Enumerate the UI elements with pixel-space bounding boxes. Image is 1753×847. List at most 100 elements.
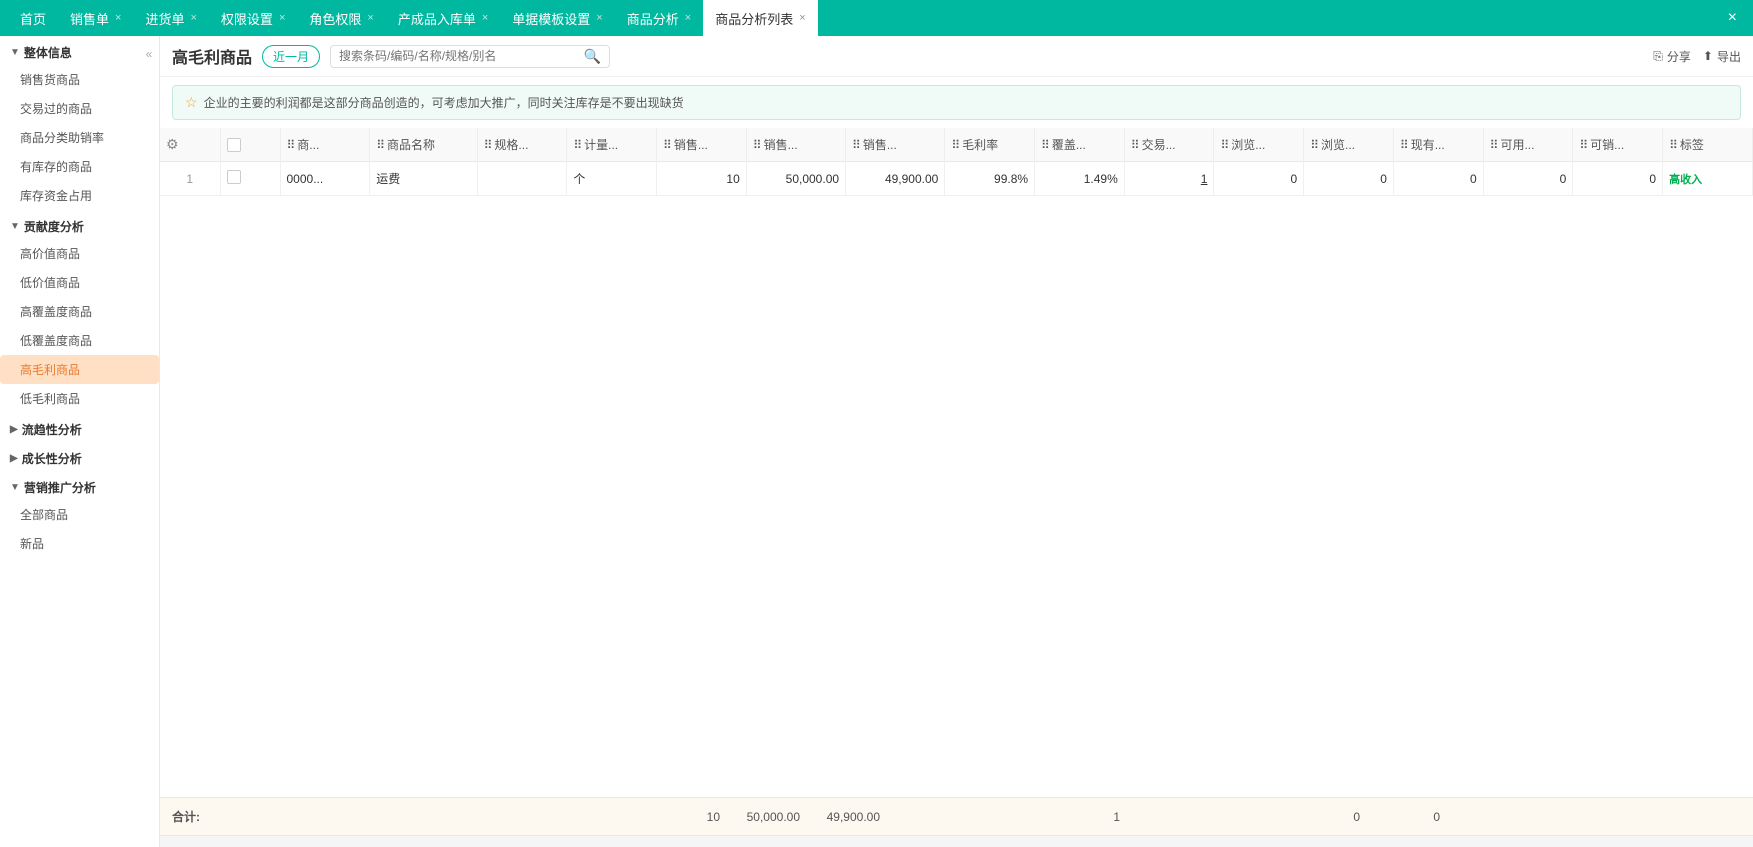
sidebar-item-new-goods[interactable]: 新品 <box>0 529 159 558</box>
nav-purchase[interactable]: 进货单 × <box>133 0 208 36</box>
sidebar-group-contribution[interactable]: ▼ 贡献度分析 <box>0 210 159 239</box>
cell-tag: 高收入 <box>1663 162 1753 196</box>
footer-current-stock: 0 <box>1286 810 1366 824</box>
cell-spec <box>477 162 567 196</box>
sidebar-item-high-value[interactable]: 高价值商品 <box>0 239 159 268</box>
col-header-index: ⚙ <box>160 128 220 162</box>
col-header-cs-sep: ⠿ <box>1400 138 1409 152</box>
cell-coverage: 1.49% <box>1035 162 1125 196</box>
footer-browse-a <box>1126 810 1206 824</box>
table-container[interactable]: ⚙ ⠿ 商... <box>160 128 1753 797</box>
close-permission-tab[interactable]: × <box>279 12 285 24</box>
cell-index: 1 <box>160 162 220 196</box>
col-header-tag: ⠿ 标签 <box>1663 128 1753 162</box>
row-checkbox[interactable] <box>227 170 241 184</box>
close-purchase-tab[interactable]: × <box>190 12 196 24</box>
gear-icon[interactable]: ⚙ <box>166 136 179 153</box>
cell-available-stock: 0 <box>1483 162 1573 196</box>
sidebar-group-marketing[interactable]: ▼ 营销推广分析 <box>0 471 159 500</box>
close-sales-tab[interactable]: × <box>115 12 121 24</box>
top-navigation: 首页 销售单 × 进货单 × 权限设置 × 角色权限 × 产成品入库单 × 单据… <box>0 0 1753 36</box>
col-header-sq-sep: ⠿ <box>663 138 672 152</box>
col-header-sales-cost: ⠿ 销售... <box>846 128 945 162</box>
close-inbound-tab[interactable]: × <box>482 12 488 24</box>
sidebar-group-overall[interactable]: ▼ 整体信息 <box>0 36 159 65</box>
cell-gross-margin: 99.8% <box>945 162 1035 196</box>
footer-label: 合计: <box>172 808 200 825</box>
content-area: 高毛利商品 近一月 🔍 ⎘ 分享 ⬆ 导出 ☆ 企业的主 <box>160 36 1753 847</box>
col-header-name: ⠿ 商品名称 <box>370 128 477 162</box>
footer-sales-qty: 10 <box>646 810 726 824</box>
cell-transaction[interactable]: 1 <box>1124 162 1214 196</box>
col-header-ba-sep: ⠿ <box>1220 138 1229 152</box>
cell-browse-a: 0 <box>1214 162 1304 196</box>
content-header: 高毛利商品 近一月 🔍 ⎘ 分享 ⬆ 导出 <box>160 36 1753 77</box>
col-header-browse-a: ⠿ 浏览... <box>1214 128 1304 162</box>
export-button[interactable]: ⬆ 导出 <box>1703 48 1741 65</box>
footer-available-stock: 0 <box>1366 810 1446 824</box>
col-header-sc-sep: ⠿ <box>852 138 861 152</box>
cell-browse-b: 0 <box>1304 162 1394 196</box>
sidebar-item-low-coverage[interactable]: 低覆盖度商品 <box>0 326 159 355</box>
col-header-gm-sep: ⠿ <box>951 138 960 152</box>
arrow-overall: ▼ <box>10 47 20 58</box>
nav-sales[interactable]: 销售单 × <box>58 0 133 36</box>
cell-code: 0000... <box>280 162 370 196</box>
nav-template-settings[interactable]: 单据模板设置 × <box>500 0 614 36</box>
search-input[interactable] <box>339 49 584 63</box>
table-row: 10000...运费个1050,000.0049,900.0099.8%1.49… <box>160 162 1753 196</box>
sidebar-item-low-value[interactable]: 低价值商品 <box>0 268 159 297</box>
sidebar-group-trend[interactable]: ▶ 流趋性分析 <box>0 413 159 442</box>
header-actions: ⎘ 分享 ⬆ 导出 <box>1653 48 1741 65</box>
close-window-button[interactable]: × <box>1720 9 1745 27</box>
col-header-salable-stock: ⠿ 可销... <box>1573 128 1663 162</box>
sidebar-item-stock-capital[interactable]: 库存资金占用 <box>0 181 159 210</box>
sidebar-item-sales-goods[interactable]: 销售货商品 <box>0 65 159 94</box>
col-header-bb-sep: ⠿ <box>1310 138 1319 152</box>
close-template-tab[interactable]: × <box>596 12 602 24</box>
col-header-checkbox[interactable] <box>220 128 280 162</box>
nav-role-permissions[interactable]: 角色权限 × <box>297 0 385 36</box>
col-header-transaction: ⠿ 交易... <box>1124 128 1214 162</box>
col-header-tr-sep: ⠿ <box>1131 138 1140 152</box>
sidebar-item-all-goods[interactable]: 全部商品 <box>0 500 159 529</box>
close-analysis-tab[interactable]: × <box>685 12 691 24</box>
share-button[interactable]: ⎘ 分享 <box>1653 48 1691 65</box>
nav-product-inbound[interactable]: 产成品入库单 × <box>386 0 500 36</box>
sidebar-collapse-button[interactable]: « <box>139 44 159 64</box>
col-header-gross-margin: ⠿ 毛利率 <box>945 128 1035 162</box>
sidebar-item-high-margin[interactable]: 高毛利商品 <box>0 355 159 384</box>
cell-unit: 个 <box>567 162 657 196</box>
nav-product-analysis-list[interactable]: 商品分析列表 × <box>703 0 817 36</box>
nav-product-analysis[interactable]: 商品分析 × <box>615 0 703 36</box>
sidebar-item-in-stock[interactable]: 有库存的商品 <box>0 152 159 181</box>
col-header-tag-sep: ⠿ <box>1669 138 1678 152</box>
filter-period-button[interactable]: 近一月 <box>262 45 320 68</box>
search-icon[interactable]: 🔍 <box>584 48 601 65</box>
horizontal-scrollbar[interactable] <box>160 835 1753 847</box>
arrow-contribution: ▼ <box>10 221 20 232</box>
col-header-coverage: ⠿ 覆盖... <box>1035 128 1125 162</box>
close-role-tab[interactable]: × <box>367 12 373 24</box>
cell-salable-stock: 0 <box>1573 162 1663 196</box>
cell-name: 运费 <box>370 162 477 196</box>
nav-home[interactable]: 首页 <box>8 0 58 36</box>
sidebar-item-low-margin[interactable]: 低毛利商品 <box>0 384 159 413</box>
col-header-spec-sep: ⠿ <box>484 138 493 152</box>
nav-right-actions: × <box>1720 9 1745 27</box>
select-all-checkbox[interactable] <box>227 138 241 152</box>
close-analysis-list-tab[interactable]: × <box>799 12 805 24</box>
sidebar-group-growth[interactable]: ▶ 成长性分析 <box>0 442 159 471</box>
cell-checkbox[interactable] <box>220 162 280 196</box>
sidebar-item-traded-goods[interactable]: 交易过的商品 <box>0 94 159 123</box>
footer-sales-cost: 49,900.00 <box>806 810 886 824</box>
col-header-spec: ⠿ 规格... <box>477 128 567 162</box>
sidebar-item-category-rate[interactable]: 商品分类助销率 <box>0 123 159 152</box>
cell-current-stock: 0 <box>1393 162 1483 196</box>
col-header-name-sep: ⠿ <box>376 138 385 152</box>
main-layout: « ▼ 整体信息 销售货商品 交易过的商品 商品分类助销率 有库存的商品 库存资… <box>0 36 1753 847</box>
sidebar-item-high-coverage[interactable]: 高覆盖度商品 <box>0 297 159 326</box>
footer-values: 10 50,000.00 49,900.00 1 0 0 <box>220 810 1446 824</box>
nav-permission-settings[interactable]: 权限设置 × <box>209 0 297 36</box>
col-header-as-sep: ⠿ <box>1490 138 1499 152</box>
